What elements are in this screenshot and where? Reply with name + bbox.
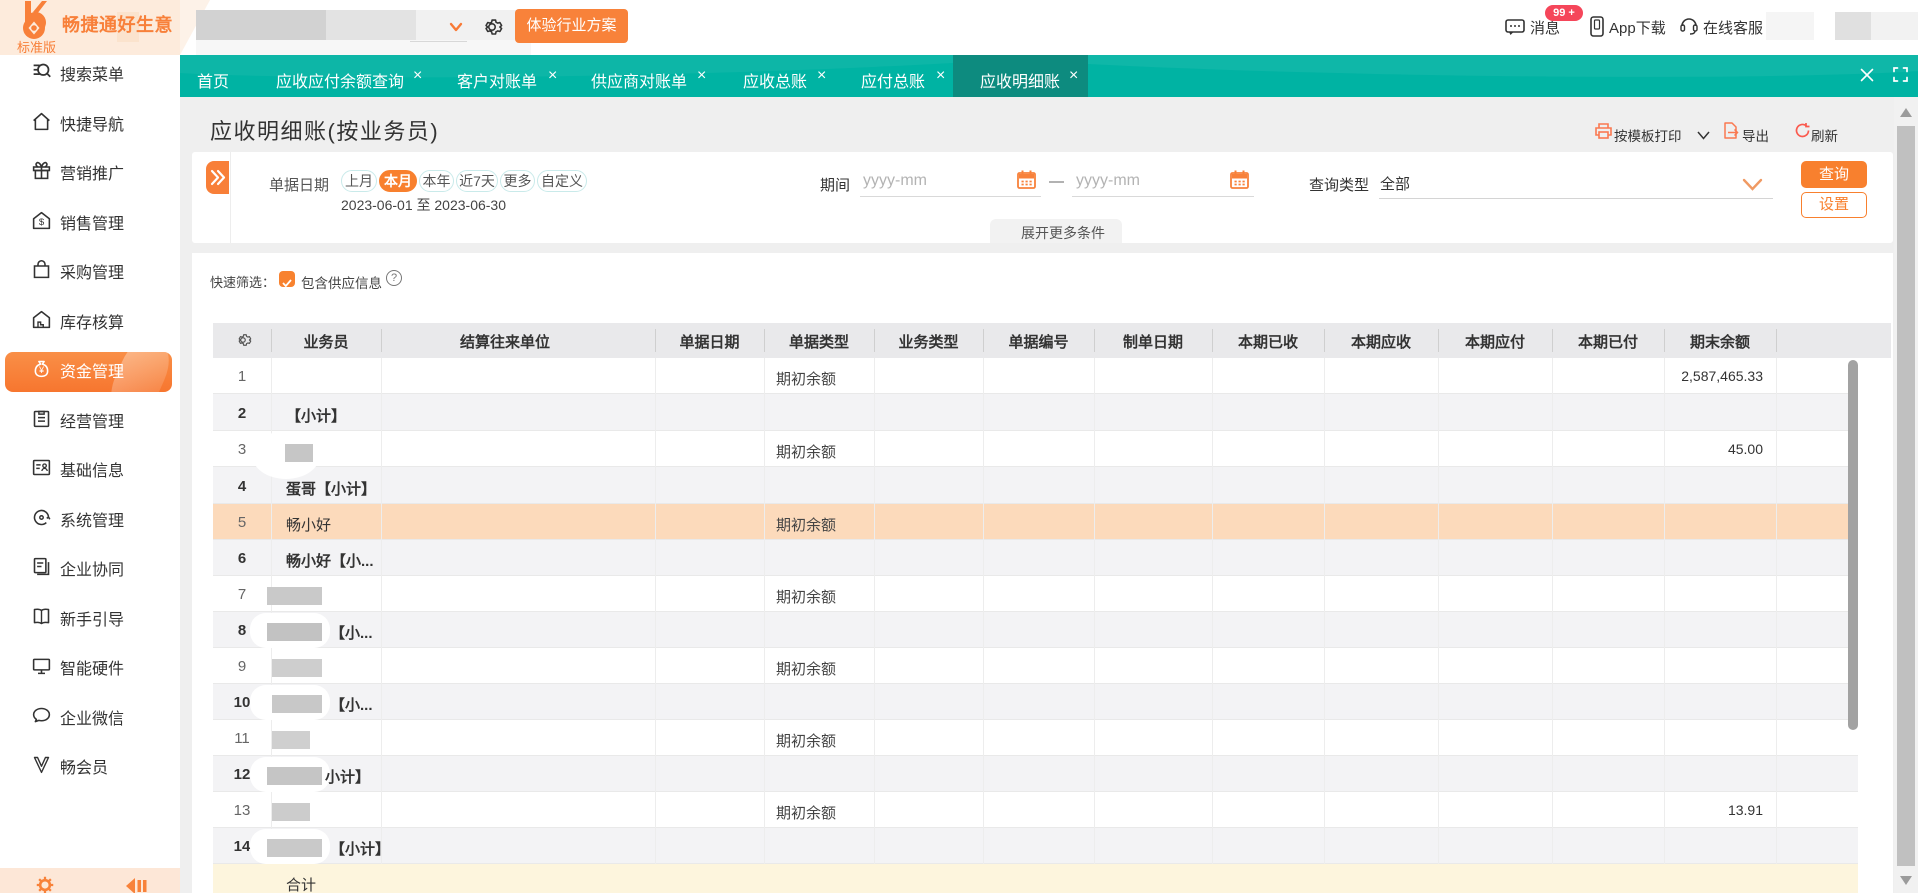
svg-text:$: $ xyxy=(39,217,45,228)
svg-text:¥: ¥ xyxy=(38,365,44,375)
